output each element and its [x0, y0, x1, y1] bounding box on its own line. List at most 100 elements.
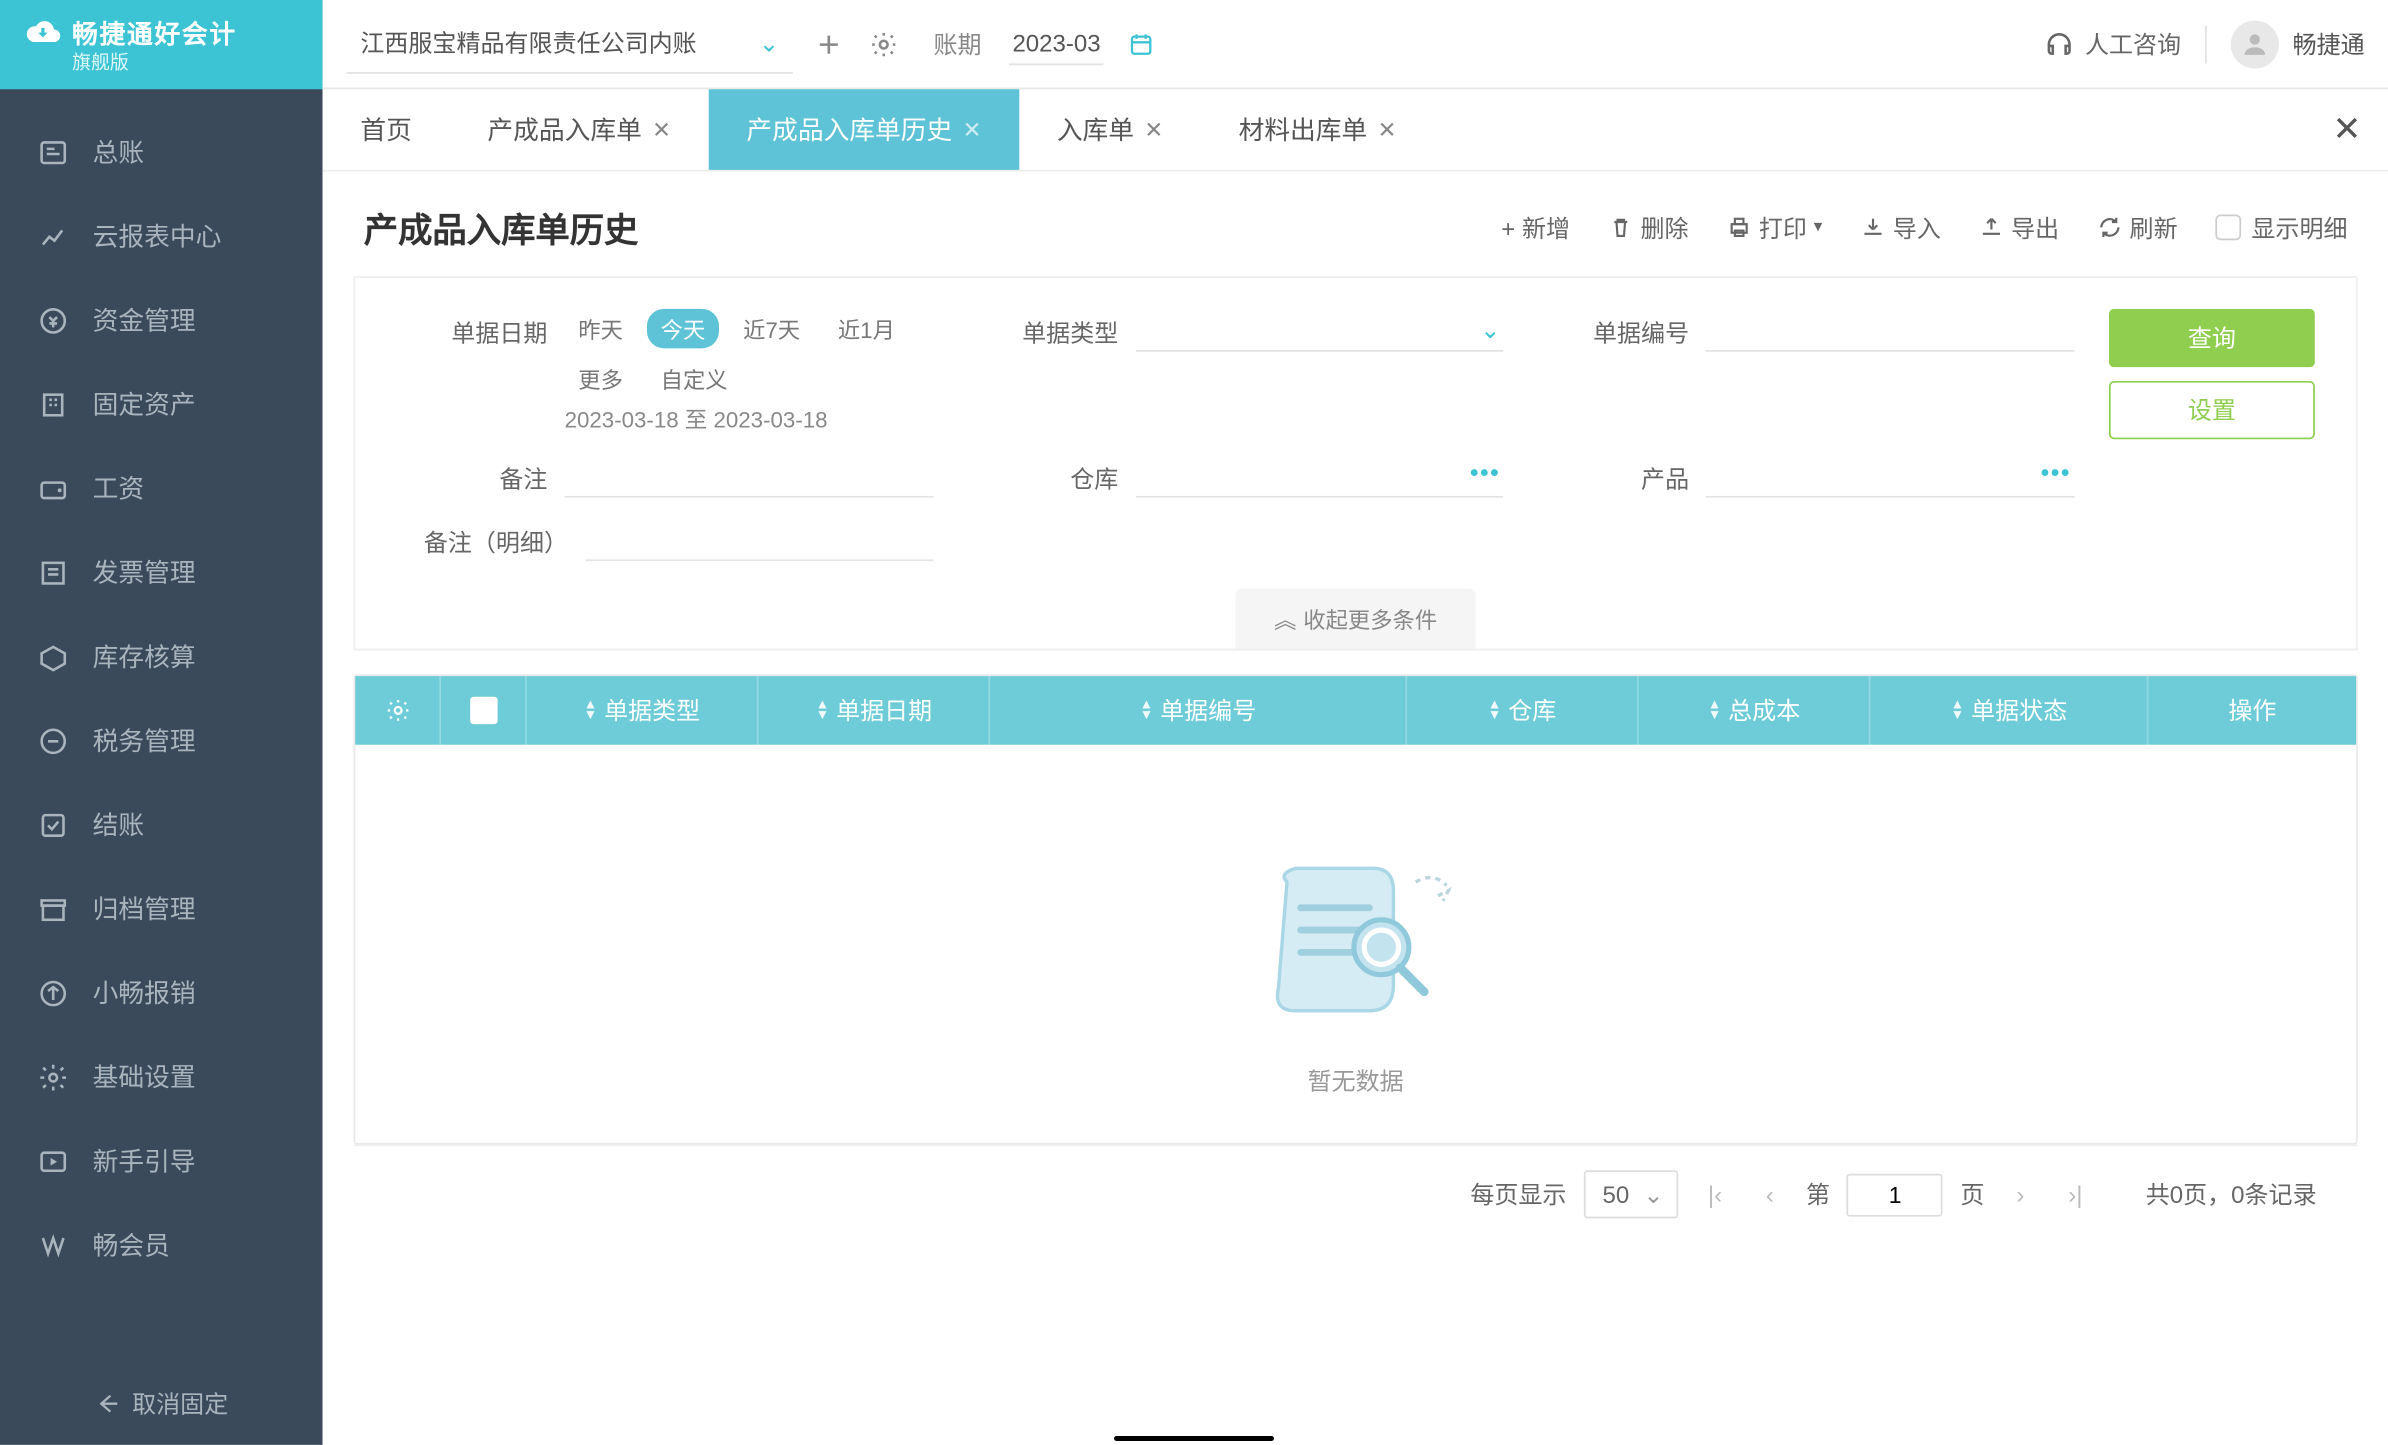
chip-custom[interactable]: 自定义	[647, 359, 741, 398]
warehouse-input[interactable]	[1135, 455, 1503, 498]
plus-icon	[813, 28, 844, 59]
topbar: 江西服宝精品有限责任公司内账 ⌄ 账期 2023-03 人工咨询 畅捷通	[323, 0, 2388, 89]
th-checkbox[interactable]	[441, 676, 527, 745]
th-label: 单据状态	[1971, 693, 2067, 727]
nav-item-expense[interactable]: 小畅报销	[0, 951, 323, 1035]
doc-no-input[interactable]	[1706, 309, 2074, 352]
import-button[interactable]: 导入	[1860, 210, 1941, 244]
chip-yesterday[interactable]: 昨天	[565, 309, 637, 348]
nav-item-closing[interactable]: 结账	[0, 782, 323, 866]
ellipsis-icon[interactable]: •••	[1470, 458, 1500, 485]
th-status[interactable]: ▲▼ 单据状态	[1871, 676, 2149, 745]
sort-icon: ▲▼	[816, 700, 830, 721]
delete-button[interactable]: 删除	[1608, 210, 1689, 244]
nav-item-archive[interactable]: 归档管理	[0, 867, 323, 951]
nav-item-settings[interactable]: 基础设置	[0, 1035, 323, 1119]
filter-panel: 单据日期 昨天 今天 近7天 近1月 更多 自定义 2023-03-18 至 2…	[353, 276, 2357, 650]
remark-detail-input[interactable]	[585, 518, 933, 561]
tab-product-inbound[interactable]: 产成品入库单 ✕	[450, 89, 709, 170]
page-title: 产成品入库单历史	[364, 202, 639, 252]
th-doc-date[interactable]: ▲▼单据日期	[759, 676, 991, 745]
filter-doc-no: 单据编号	[1538, 309, 2075, 434]
company-selector[interactable]: 江西服宝精品有限责任公司内账 ⌄	[347, 15, 793, 73]
chip-7days[interactable]: 近7天	[729, 309, 813, 348]
ledger-icon	[38, 136, 69, 167]
brand-name: 畅捷通好会计	[72, 15, 237, 51]
date-range: 2023-03-18 至 2023-03-18	[565, 402, 933, 435]
th-doc-no[interactable]: ▲▼单据编号	[991, 676, 1407, 745]
nav-item-inventory[interactable]: 库存核算	[0, 614, 323, 698]
refresh-button[interactable]: 刷新	[2097, 210, 2178, 244]
period-value[interactable]: 2023-03	[1009, 22, 1104, 65]
close-icon[interactable]: ✕	[1378, 116, 1397, 143]
tab-inbound[interactable]: 入库单✕	[1019, 89, 1201, 170]
export-button[interactable]: 导出	[1979, 210, 2060, 244]
close-icon[interactable]: ✕	[1144, 116, 1163, 143]
filter-label: 产品	[1538, 455, 1689, 496]
tab-label: 材料出库单	[1239, 112, 1368, 148]
close-all-tabs[interactable]: ✕	[2305, 89, 2388, 170]
nav-item-guide[interactable]: 新手引导	[0, 1119, 323, 1203]
nav-item-fixed-assets[interactable]: 固定资产	[0, 362, 323, 446]
chip-today[interactable]: 今天	[647, 309, 719, 348]
th-settings[interactable]	[355, 676, 441, 745]
nav-item-tax[interactable]: 税务管理	[0, 698, 323, 782]
filter-settings-button[interactable]: 设置	[2109, 381, 2315, 439]
filter-label: 备注	[396, 455, 547, 496]
chip-1month[interactable]: 近1月	[824, 309, 908, 348]
page-input[interactable]	[1847, 1173, 1943, 1216]
th-doc-type[interactable]: ▲▼单据类型	[527, 676, 759, 745]
last-page-button[interactable]: ›|	[2056, 1175, 2094, 1213]
nav-item-funds[interactable]: 资金管理	[0, 278, 323, 362]
tab-product-inbound-history[interactable]: 产成品入库单历史✕	[709, 89, 1019, 170]
ellipsis-icon[interactable]: •••	[2041, 458, 2071, 485]
th-warehouse[interactable]: ▲▼仓库	[1407, 676, 1639, 745]
print-button[interactable]: 打印▾	[1726, 210, 1822, 244]
product-input[interactable]	[1706, 455, 2074, 498]
sidebar-unpin[interactable]: 取消固定	[0, 1363, 323, 1445]
consult-link[interactable]: 人工咨询	[2044, 27, 2181, 61]
filter-product: 产品 •••	[1538, 455, 2075, 498]
doc-type-select[interactable]	[1135, 309, 1503, 352]
act-label: 显示明细	[2251, 210, 2347, 244]
prev-page-button[interactable]: ‹	[1751, 1175, 1789, 1213]
tab-material-outbound[interactable]: 材料出库单 ✕	[1201, 89, 1434, 170]
trash-icon	[1608, 215, 1634, 241]
add-button[interactable]: +新增	[1501, 210, 1570, 244]
tab-home[interactable]: 首页	[323, 89, 450, 170]
act-label: 删除	[1640, 210, 1688, 244]
first-page-button[interactable]: |‹	[1696, 1175, 1734, 1213]
nav-item-cloud-reports[interactable]: 云报表中心	[0, 194, 323, 278]
next-page-button[interactable]: ›	[2002, 1175, 2040, 1213]
calendar-icon[interactable]	[1128, 30, 1155, 57]
chip-more[interactable]: 更多	[565, 359, 637, 398]
show-detail-checkbox[interactable]: 显示明细	[2215, 210, 2347, 244]
page-actions: +新增 删除 打印▾ 导入 导出 刷新 显示明细	[1501, 210, 2347, 244]
add-company-button[interactable]	[810, 25, 848, 63]
nav-item-salary[interactable]: 工资	[0, 446, 323, 530]
avatar	[2231, 20, 2279, 68]
close-icon[interactable]: ✕	[652, 116, 671, 143]
nav-label: 基础设置	[93, 1059, 196, 1095]
per-page-select[interactable]: 50⌄	[1584, 1170, 1679, 1218]
th-total-cost[interactable]: ▲▼总成本	[1639, 676, 1871, 745]
period-label: 账期	[934, 27, 982, 61]
settings-button[interactable]	[865, 25, 903, 63]
remark-input[interactable]	[565, 455, 933, 498]
export-icon	[1979, 215, 2005, 241]
nav-label: 资金管理	[93, 302, 196, 338]
sort-icon: ▲▼	[1951, 700, 1965, 721]
user-menu[interactable]: 畅捷通	[2231, 20, 2365, 68]
nav-item-member[interactable]: 畅会员	[0, 1203, 323, 1287]
nav-item-invoice[interactable]: 发票管理	[0, 530, 323, 614]
nav-item-general-ledger[interactable]: 总账	[0, 110, 323, 194]
th-label: 操作	[2228, 693, 2276, 727]
close-icon[interactable]: ✕	[963, 116, 982, 143]
act-label: 打印	[1759, 210, 1807, 244]
collapse-filter-button[interactable]: ︽ 收起更多条件	[1236, 589, 1476, 649]
filter-remark-detail: 备注（明细）	[396, 518, 933, 561]
tab-label: 产成品入库单	[487, 112, 641, 148]
nav-label: 归档管理	[93, 891, 196, 927]
query-button[interactable]: 查询	[2109, 309, 2315, 367]
nav-label: 发票管理	[93, 554, 196, 590]
